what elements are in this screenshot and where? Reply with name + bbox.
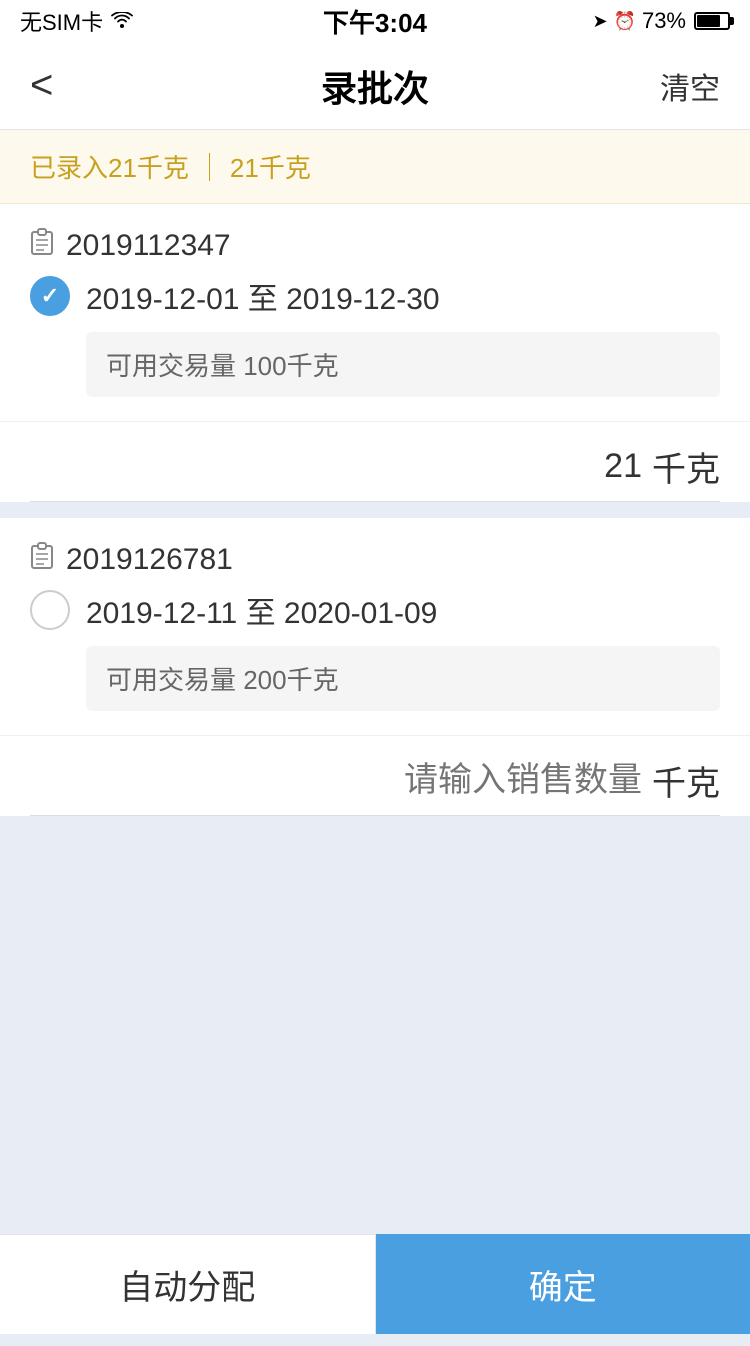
auto-distribute-button[interactable]: 自动分配 [0,1234,376,1334]
batch-header-2: 2019126781 [30,542,720,578]
status-bar: 无SIM卡 下午3:04 ➤ ⏰ 73% [0,0,750,42]
amount-row-2[interactable]: 千克 [0,736,750,815]
batch-id-2: 2019126781 [66,543,233,577]
recorded-amount: 已录入21千克 [30,148,189,185]
batch-item-1: 2019112347 2019-12-01 至 2019-12-30 可用交易量… [0,204,750,502]
clear-button[interactable]: 清空 [660,64,720,108]
status-time: 下午3:04 [323,3,427,40]
confirm-button[interactable]: 确定 [376,1234,750,1334]
nav-bar: < 录批次 清空 [0,42,750,130]
total-amount: 21千克 [230,148,311,185]
batch-date-2: 2019-12-11 至 2020-01-09 [86,588,437,632]
batch-header-1: 2019112347 [30,228,720,264]
batch-item-2: 2019126781 2019-12-11 至 2020-01-09 可用交易量… [0,518,750,816]
batch-radio-1[interactable] [30,276,70,316]
carrier-text: 无SIM卡 [20,5,103,37]
amount-unit-2: 千克 [652,756,720,805]
location-icon: ➤ [592,11,607,32]
back-button[interactable]: < [30,63,90,108]
wifi-icon [111,8,133,34]
section-divider [0,502,750,518]
banner-divider [209,153,210,181]
amount-input-2[interactable] [199,761,642,800]
batch-id-1: 2019112347 [66,229,231,263]
status-right: ➤ ⏰ 73% [592,8,730,34]
batch-date-row-2[interactable]: 2019-12-11 至 2020-01-09 [30,588,720,632]
page-title: 录批次 [321,60,429,112]
batch-available-2: 可用交易量 200千克 [86,646,720,711]
batch-radio-2[interactable] [30,590,70,630]
batch-date-1: 2019-12-01 至 2019-12-30 [86,274,440,318]
battery-icon [694,12,730,30]
info-banner: 已录入21千克 21千克 [0,130,750,204]
battery-percent: 73% [642,8,686,34]
batch-icon-2 [30,542,58,578]
amount-value-1: 21 [562,447,642,486]
alarm-icon: ⏰ [614,11,636,32]
batch-icon-1 [30,228,58,264]
batch-date-row-1[interactable]: 2019-12-01 至 2019-12-30 [30,274,720,318]
batch-available-1: 可用交易量 100千克 [86,332,720,397]
gray-area [0,816,750,1246]
amount-row-1: 21 千克 [0,422,750,501]
status-left: 无SIM卡 [20,5,133,37]
bottom-bar: 自动分配 确定 [0,1234,750,1334]
amount-unit-1: 千克 [652,442,720,491]
